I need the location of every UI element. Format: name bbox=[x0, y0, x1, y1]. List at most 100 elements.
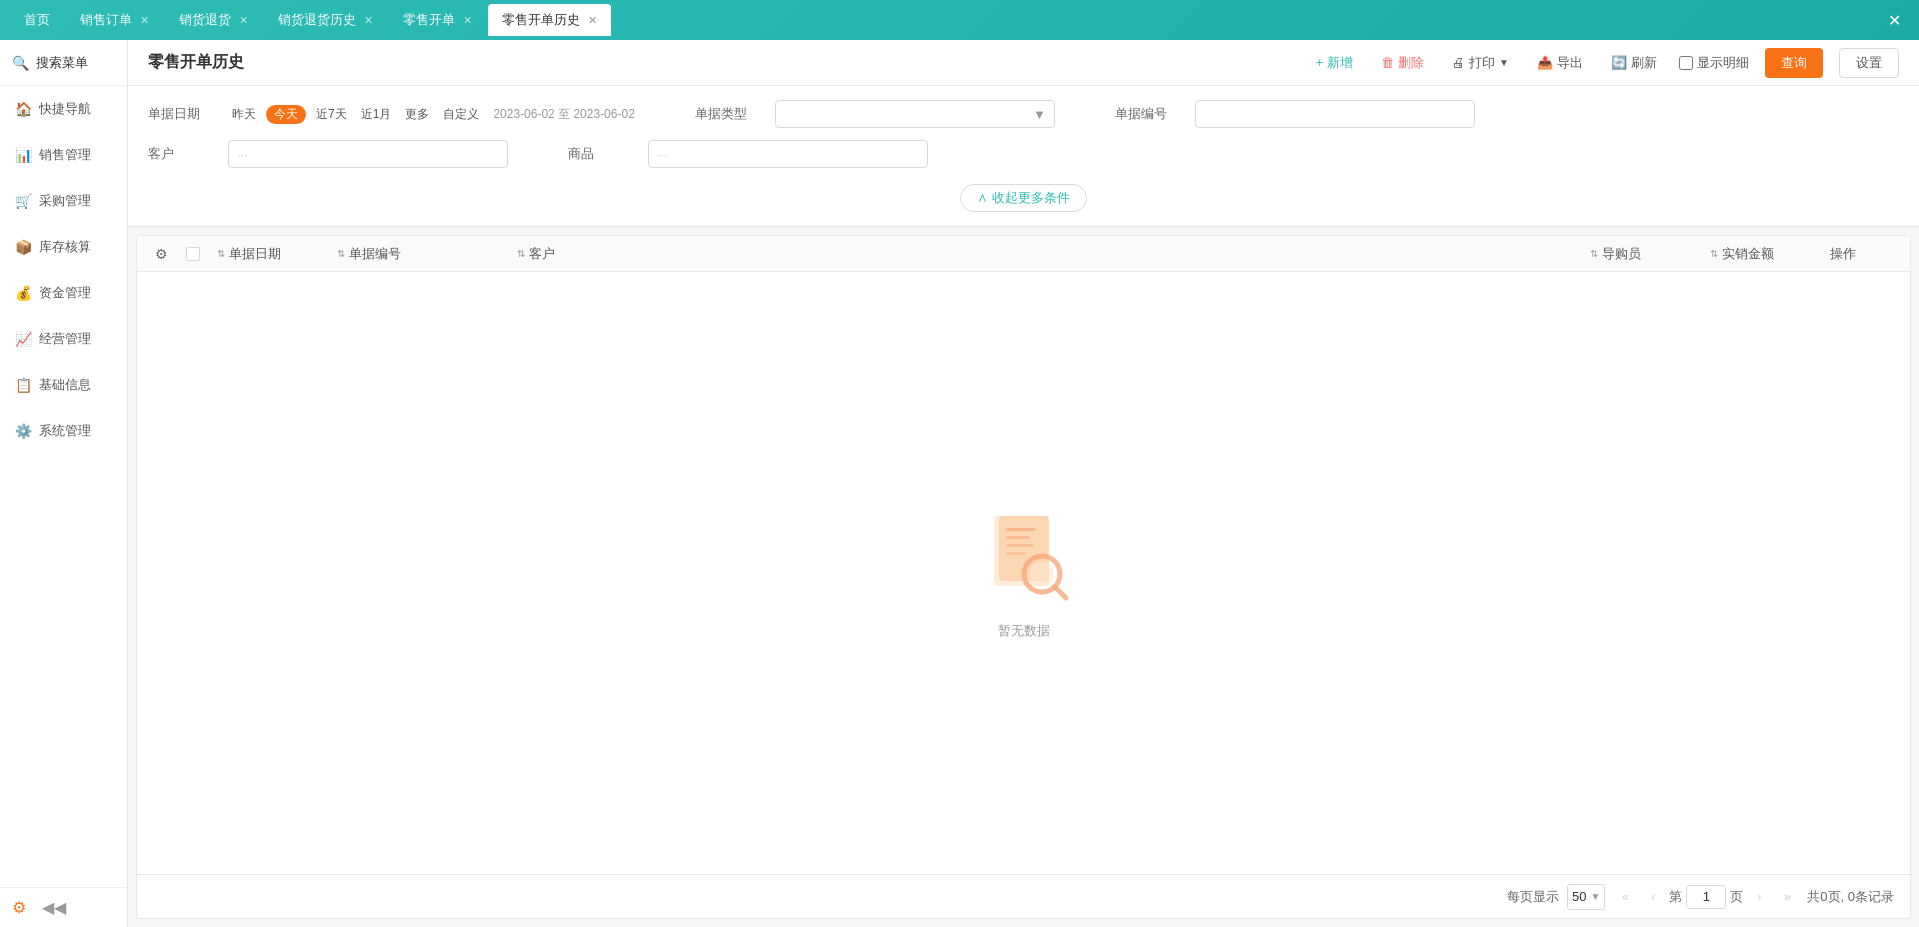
top-nav: 首页 销售订单 ✕ 销货退货 ✕ 销货退货历史 ✕ 零售开单 ✕ 零售开单历史 … bbox=[0, 0, 1919, 40]
tab-home[interactable]: 首页 bbox=[10, 4, 64, 36]
export-button[interactable]: 📤 导出 bbox=[1531, 50, 1589, 76]
print-button[interactable]: 🖨 打印 ▼ bbox=[1446, 50, 1515, 76]
page-title: 零售开单历史 bbox=[148, 52, 1310, 73]
date-custom[interactable]: 自定义 bbox=[439, 105, 483, 124]
prev-page-button[interactable]: ‹ bbox=[1641, 885, 1665, 909]
sales-icon: 📊 bbox=[15, 147, 31, 163]
sidebar-item-operations-label: 经营管理 bbox=[39, 330, 91, 348]
tab-sales-return-history[interactable]: 销货退货历史 ✕ bbox=[264, 4, 387, 36]
sidebar-item-finance[interactable]: 💰 资金管理 bbox=[0, 270, 127, 316]
settings-gear-icon[interactable]: ⚙ bbox=[12, 898, 26, 917]
first-page-button[interactable]: « bbox=[1613, 885, 1637, 909]
collapse-button[interactable]: ∧ 收起更多条件 bbox=[960, 184, 1087, 212]
col-date-sort-icon[interactable]: ⇅ bbox=[217, 248, 225, 259]
col-guide-sort-icon[interactable]: ⇅ bbox=[1590, 248, 1598, 259]
last-page-button[interactable]: » bbox=[1775, 885, 1799, 909]
bill-number-input[interactable] bbox=[1195, 100, 1475, 128]
home-icon: 🏠 bbox=[15, 101, 31, 117]
col-guide-header: ⇅ 导购员 bbox=[1582, 245, 1702, 263]
date-7days[interactable]: 近7天 bbox=[312, 105, 351, 124]
date-filter-label: 单据日期 bbox=[148, 105, 208, 123]
sidebar-item-sales-mgmt-label: 销售管理 bbox=[39, 146, 91, 164]
col-number-sort-icon[interactable]: ⇅ bbox=[337, 248, 345, 259]
sidebar-item-sales-mgmt[interactable]: 📊 销售管理 bbox=[0, 132, 127, 178]
col-customer-header: ⇅ 客户 bbox=[509, 245, 1582, 263]
display-detail-label-text: 显示明细 bbox=[1697, 54, 1749, 72]
sidebar-item-purchase-mgmt[interactable]: 🛒 采购管理 bbox=[0, 178, 127, 224]
per-page-dropdown-icon: ▼ bbox=[1590, 891, 1600, 902]
page-number-input[interactable] bbox=[1686, 885, 1726, 909]
goods-placeholder: ··· bbox=[657, 147, 668, 162]
toolbar: + 新增 🗑 删除 🖨 打印 ▼ 📤 导出 🔄 bbox=[1310, 48, 1900, 78]
select-all-checkbox[interactable] bbox=[186, 247, 200, 261]
sidebar-collapse-icon[interactable]: ◀◀ bbox=[42, 898, 66, 917]
table-area: ⚙ ⇅ 单据日期 ⇅ 单据编号 ⇅ 客户 ⇅ bbox=[136, 235, 1911, 919]
basic-info-icon: 📋 bbox=[15, 377, 31, 393]
col-date-label: 单据日期 bbox=[229, 245, 281, 263]
sidebar-item-inventory[interactable]: 📦 库存核算 bbox=[0, 224, 127, 270]
sidebar-search-label: 搜索菜单 bbox=[36, 54, 88, 72]
date-1month[interactable]: 近1月 bbox=[357, 105, 396, 124]
main-layout: 🔍 搜索菜单 🏠 快捷导航 📊 销售管理 🛒 采购管理 📦 库存核算 💰 bbox=[0, 40, 1919, 927]
date-today[interactable]: 今天 bbox=[266, 105, 306, 124]
sidebar-item-finance-label: 资金管理 bbox=[39, 284, 91, 302]
bill-type-select[interactable]: ▼ bbox=[775, 100, 1055, 128]
col-settings-header[interactable]: ⚙ bbox=[145, 246, 177, 262]
empty-icon bbox=[974, 506, 1074, 606]
tab-sales-order[interactable]: 销售订单 ✕ bbox=[66, 4, 163, 36]
settings-button[interactable]: 设置 bbox=[1839, 48, 1899, 78]
filter-collapse-row: ∧ 收起更多条件 bbox=[148, 180, 1899, 212]
sidebar-item-basic-info[interactable]: 📋 基础信息 bbox=[0, 362, 127, 408]
add-icon: + bbox=[1316, 55, 1324, 70]
refresh-button[interactable]: 🔄 刷新 bbox=[1605, 50, 1663, 76]
search-icon: 🔍 bbox=[12, 55, 28, 71]
sidebar-bottom: ⚙ ◀◀ bbox=[0, 887, 127, 927]
page-header: 零售开单历史 + 新增 🗑 删除 🖨 打印 ▼ 📤 导出 bbox=[128, 40, 1919, 86]
svg-rect-2 bbox=[1006, 528, 1036, 531]
system-icon: ⚙️ bbox=[15, 423, 31, 439]
tab-close-sales-return-history[interactable]: ✕ bbox=[364, 14, 373, 27]
date-yesterday[interactable]: 昨天 bbox=[228, 105, 260, 124]
goods-input[interactable]: ··· bbox=[648, 140, 928, 168]
operations-icon: 📈 bbox=[15, 331, 31, 347]
sidebar-menu: 🏠 快捷导航 📊 销售管理 🛒 采购管理 📦 库存核算 💰 资金管理 📈 bbox=[0, 86, 127, 887]
query-button[interactable]: 查询 bbox=[1765, 48, 1823, 78]
per-page-value: 50 bbox=[1572, 889, 1586, 904]
tab-close-sales-return[interactable]: ✕ bbox=[239, 14, 248, 27]
per-page-select[interactable]: 50 ▼ bbox=[1567, 884, 1605, 910]
delete-button[interactable]: 🗑 删除 bbox=[1375, 50, 1430, 76]
customer-input[interactable]: ··· bbox=[228, 140, 508, 168]
next-page-button[interactable]: › bbox=[1747, 885, 1771, 909]
sidebar-item-purchase-mgmt-label: 采购管理 bbox=[39, 192, 91, 210]
sidebar-item-system[interactable]: ⚙️ 系统管理 bbox=[0, 408, 127, 454]
tab-close-sales-order[interactable]: ✕ bbox=[140, 14, 149, 27]
col-guide-label: 导购员 bbox=[1602, 245, 1641, 263]
page-unit: 页 bbox=[1730, 888, 1743, 906]
col-action-label: 操作 bbox=[1830, 245, 1856, 263]
sidebar-search[interactable]: 🔍 搜索菜单 bbox=[0, 40, 127, 86]
per-page-label: 每页显示 bbox=[1507, 888, 1559, 906]
window-close-button[interactable]: ✕ bbox=[1880, 7, 1909, 34]
pagination: 每页显示 50 ▼ « ‹ 第 页 › » 共0页, 0条记录 bbox=[137, 874, 1910, 918]
tab-retail-open-history[interactable]: 零售开单历史 ✕ bbox=[488, 4, 611, 36]
display-detail-checkbox[interactable] bbox=[1679, 56, 1693, 70]
date-range-display: 2023-06-02 至 2023-06-02 bbox=[493, 106, 634, 123]
bill-number-label: 单据编号 bbox=[1115, 105, 1175, 123]
sidebar-item-operations[interactable]: 📈 经营管理 bbox=[0, 316, 127, 362]
col-customer-sort-icon[interactable]: ⇅ bbox=[517, 248, 525, 259]
display-detail-toggle[interactable]: 显示明细 bbox=[1679, 54, 1749, 72]
col-date-header: ⇅ 单据日期 bbox=[209, 245, 329, 263]
add-button[interactable]: + 新增 bbox=[1310, 50, 1360, 76]
tab-close-retail-open[interactable]: ✕ bbox=[463, 14, 472, 27]
tab-retail-open[interactable]: 零售开单 ✕ bbox=[389, 4, 486, 36]
tab-close-retail-open-history[interactable]: ✕ bbox=[588, 14, 597, 27]
sidebar-item-quick-nav[interactable]: 🏠 快捷导航 bbox=[0, 86, 127, 132]
print-icon: 🖨 bbox=[1452, 55, 1465, 70]
svg-point-7 bbox=[1030, 562, 1054, 586]
tab-sales-return[interactable]: 销货退货 ✕ bbox=[165, 4, 262, 36]
date-more[interactable]: 更多 bbox=[401, 105, 433, 124]
svg-line-8 bbox=[1055, 587, 1066, 598]
svg-rect-3 bbox=[1006, 536, 1030, 539]
col-amount-sort-icon[interactable]: ⇅ bbox=[1710, 248, 1718, 259]
column-settings-icon[interactable]: ⚙ bbox=[155, 246, 168, 262]
